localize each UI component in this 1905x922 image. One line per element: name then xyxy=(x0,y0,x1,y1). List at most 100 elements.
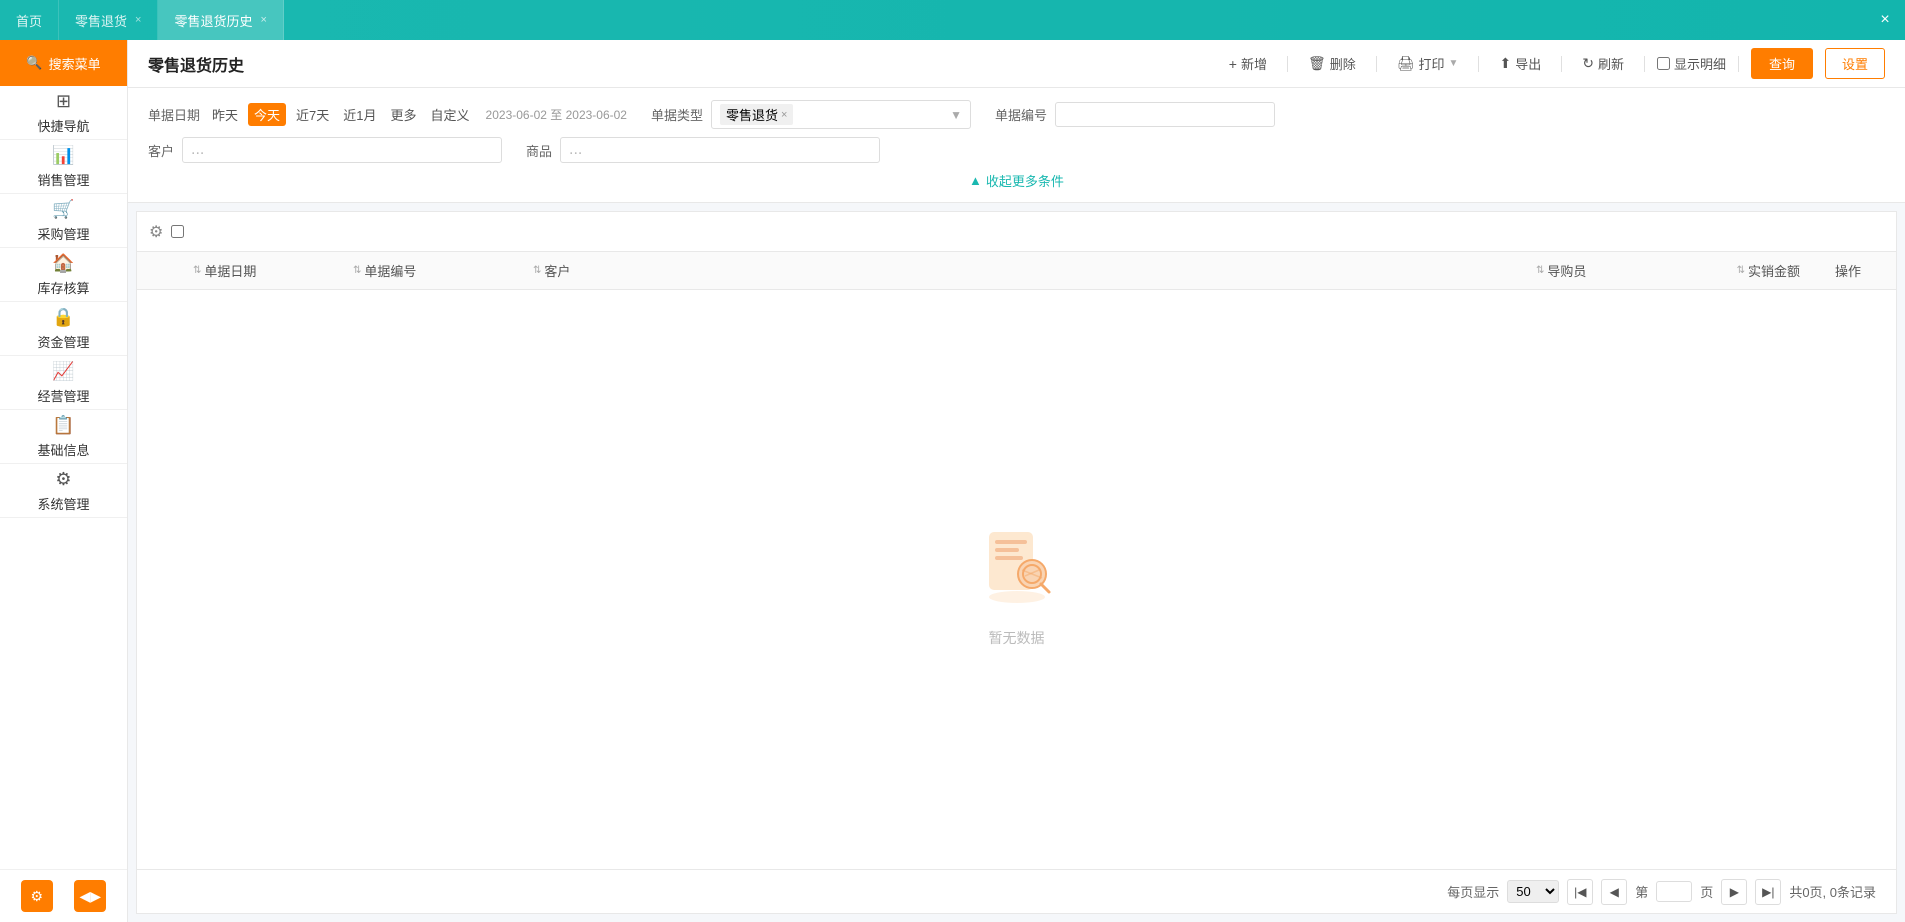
goods-dots: ... xyxy=(569,141,582,159)
goods-input[interactable]: ... xyxy=(560,137,880,163)
tab-retail-return[interactable]: 零售退货 × xyxy=(59,0,158,40)
add-button[interactable]: + 新增 xyxy=(1221,50,1275,77)
date-more[interactable]: 更多 xyxy=(387,103,421,126)
table-header: ⇅ 单据日期 ⇅ 单据编号 ⇅ 客户 ⇅ 导购员 ⇅ 实销金额 xyxy=(137,252,1896,290)
content-area: 零售退货历史 + 新增 🗑 删除 🖨 打印 ▼ xyxy=(128,40,1905,922)
tab-retail-return-history[interactable]: 零售退货历史 × xyxy=(158,0,283,40)
date-filter-label: 单据日期 xyxy=(148,105,200,124)
sidebar-item-sales-mgmt[interactable]: 📊 销售管理 xyxy=(0,140,127,194)
show-detail-checkbox[interactable]: 显示明细 xyxy=(1657,54,1726,73)
window-close-button[interactable]: × xyxy=(1865,0,1905,40)
date-custom[interactable]: 自定义 xyxy=(427,103,474,126)
sidebar-item-purchase-mgmt[interactable]: 🛒 采购管理 xyxy=(0,194,127,248)
sidebar-item-sales-mgmt-label: 销售管理 xyxy=(37,170,89,189)
doc-type-input[interactable]: 零售退货 × ▼ xyxy=(711,100,971,129)
sidebar-item-quick-nav-label: 快捷导航 xyxy=(37,116,89,135)
divider-4 xyxy=(1561,56,1562,72)
divider-2 xyxy=(1376,56,1377,72)
empty-state: 暂无数据 xyxy=(137,290,1896,869)
page-size-select[interactable]: 50 10 20 100 xyxy=(1507,880,1559,903)
doc-type-tag-value: 零售退货 xyxy=(726,105,778,124)
doc-type-filter-group: 单据类型 零售退货 × ▼ xyxy=(651,100,971,129)
date-options: 昨天 今天 近7天 近1月 更多 自定义 xyxy=(208,103,474,126)
table-settings-icon[interactable]: ⚙ xyxy=(149,222,163,242)
export-label: 导出 xyxy=(1515,54,1541,73)
sales-mgmt-icon: 📊 xyxy=(52,145,74,166)
goods-label: 商品 xyxy=(526,141,552,160)
col-customer-label: 客户 xyxy=(544,261,570,280)
export-icon: ⬆ xyxy=(1499,55,1511,72)
print-button[interactable]: 🖨 打印 ▼ xyxy=(1389,50,1467,77)
refresh-icon: ↻ xyxy=(1582,55,1594,72)
sidebar-item-inventory-check[interactable]: 🏠 库存核算 xyxy=(0,248,127,302)
sidebar-item-inventory-check-label: 库存核算 xyxy=(37,278,89,297)
col-amount-header: ⇅ 实销金额 xyxy=(1668,261,1808,280)
delete-label: 删除 xyxy=(1330,54,1356,73)
tab-retail-return-label: 零售退货 xyxy=(75,11,127,30)
refresh-button[interactable]: ↻ 刷新 xyxy=(1574,50,1632,77)
date-today[interactable]: 今天 xyxy=(248,103,286,126)
customer-dots: ... xyxy=(191,141,204,159)
tab-retail-return-close[interactable]: × xyxy=(135,14,141,26)
doc-no-input[interactable] xyxy=(1055,102,1275,127)
sidebar-search[interactable]: 🔍 搜索菜单 xyxy=(0,40,127,86)
show-detail-input[interactable] xyxy=(1657,57,1670,70)
filter-row-2: 客户 ... 商品 ... xyxy=(148,137,1885,163)
goods-filter-group: 商品 ... xyxy=(526,137,880,163)
date-last1m[interactable]: 近1月 xyxy=(339,103,380,126)
page-next-button[interactable]: ▶ xyxy=(1721,879,1747,905)
sidebar-item-quick-nav[interactable]: ⊞ 快捷导航 xyxy=(0,86,127,140)
col-amount-label: 实销金额 xyxy=(1748,261,1800,280)
top-bar: 首页 零售退货 × 零售退货历史 × × xyxy=(0,0,1905,40)
sidebar-settings-button[interactable]: ⚙ xyxy=(21,880,53,912)
sidebar-bottom: ⚙ ◀▶ xyxy=(0,869,127,922)
sidebar-item-fund-mgmt[interactable]: 🔒 资金管理 xyxy=(0,302,127,356)
page-size-label: 每页显示 xyxy=(1447,882,1499,901)
operation-mgmt-icon: 📈 xyxy=(52,361,74,382)
sidebar-media-button[interactable]: ◀▶ xyxy=(74,880,106,912)
sidebar-item-basic-info[interactable]: 📋 基础信息 xyxy=(0,410,127,464)
export-button[interactable]: ⬆ 导出 xyxy=(1491,50,1549,77)
col-action-label: 操作 xyxy=(1835,261,1861,280)
settings-button[interactable]: 设置 xyxy=(1825,48,1885,79)
col-docno-header: ⇅ 单据编号 xyxy=(345,261,525,280)
doc-type-tag-close[interactable]: × xyxy=(781,109,787,121)
sidebar-item-operation-mgmt[interactable]: 📈 经营管理 xyxy=(0,356,127,410)
page-header: 零售退货历史 + 新增 🗑 删除 🖨 打印 ▼ xyxy=(128,40,1905,88)
tab-home[interactable]: 首页 xyxy=(0,0,59,40)
delete-button[interactable]: 🗑 删除 xyxy=(1300,50,1364,77)
collapse-bar[interactable]: ▲ 收起更多条件 xyxy=(148,171,1885,190)
doc-no-label: 单据编号 xyxy=(995,105,1047,124)
date-yesterday[interactable]: 昨天 xyxy=(208,103,242,126)
page-last-button[interactable]: ▶| xyxy=(1755,879,1781,905)
add-label: 新增 xyxy=(1241,54,1267,73)
sidebar-item-basic-info-label: 基础信息 xyxy=(37,440,89,459)
tab-retail-return-history-close[interactable]: × xyxy=(260,14,266,26)
sidebar-item-purchase-mgmt-label: 采购管理 xyxy=(37,224,89,243)
sidebar-item-system-mgmt[interactable]: ⚙ 系统管理 xyxy=(0,464,127,518)
sort-date-icon[interactable]: ⇅ xyxy=(193,265,201,276)
refresh-label: 刷新 xyxy=(1598,54,1624,73)
date-last7[interactable]: 近7天 xyxy=(292,103,333,126)
page-number-input[interactable]: 1 xyxy=(1656,881,1692,902)
sidebar: 🔍 搜索菜单 ⊞ 快捷导航 📊 销售管理 🛒 采购管理 🏠 库存核算 🔒 资金管… xyxy=(0,40,128,922)
customer-filter-group: 客户 ... xyxy=(148,137,502,163)
quick-nav-icon: ⊞ xyxy=(56,91,71,112)
delete-icon: 🗑 xyxy=(1308,55,1326,72)
page-prev-button[interactable]: ◀ xyxy=(1601,879,1627,905)
customer-input[interactable]: ... xyxy=(182,137,502,163)
doc-type-tag: 零售退货 × xyxy=(720,104,793,125)
sort-docno-icon[interactable]: ⇅ xyxy=(353,265,361,276)
select-all-checkbox[interactable] xyxy=(171,225,184,238)
page-label-after: 页 xyxy=(1700,882,1713,901)
sort-guide-icon[interactable]: ⇅ xyxy=(1536,265,1544,276)
col-guide-header: ⇅ 导购员 xyxy=(1528,261,1668,280)
query-button[interactable]: 查询 xyxy=(1751,48,1813,79)
filter-area: 单据日期 昨天 今天 近7天 近1月 更多 自定义 2023-06-02 至 2… xyxy=(128,88,1905,203)
page-first-button[interactable]: |◀ xyxy=(1567,879,1593,905)
sort-customer-icon[interactable]: ⇅ xyxy=(533,265,541,276)
main-layout: 🔍 搜索菜单 ⊞ 快捷导航 📊 销售管理 🛒 采购管理 🏠 库存核算 🔒 资金管… xyxy=(0,40,1905,922)
sort-amount-icon[interactable]: ⇅ xyxy=(1737,265,1745,276)
sidebar-item-fund-mgmt-label: 资金管理 xyxy=(37,332,89,351)
purchase-mgmt-icon: 🛒 xyxy=(52,199,74,220)
